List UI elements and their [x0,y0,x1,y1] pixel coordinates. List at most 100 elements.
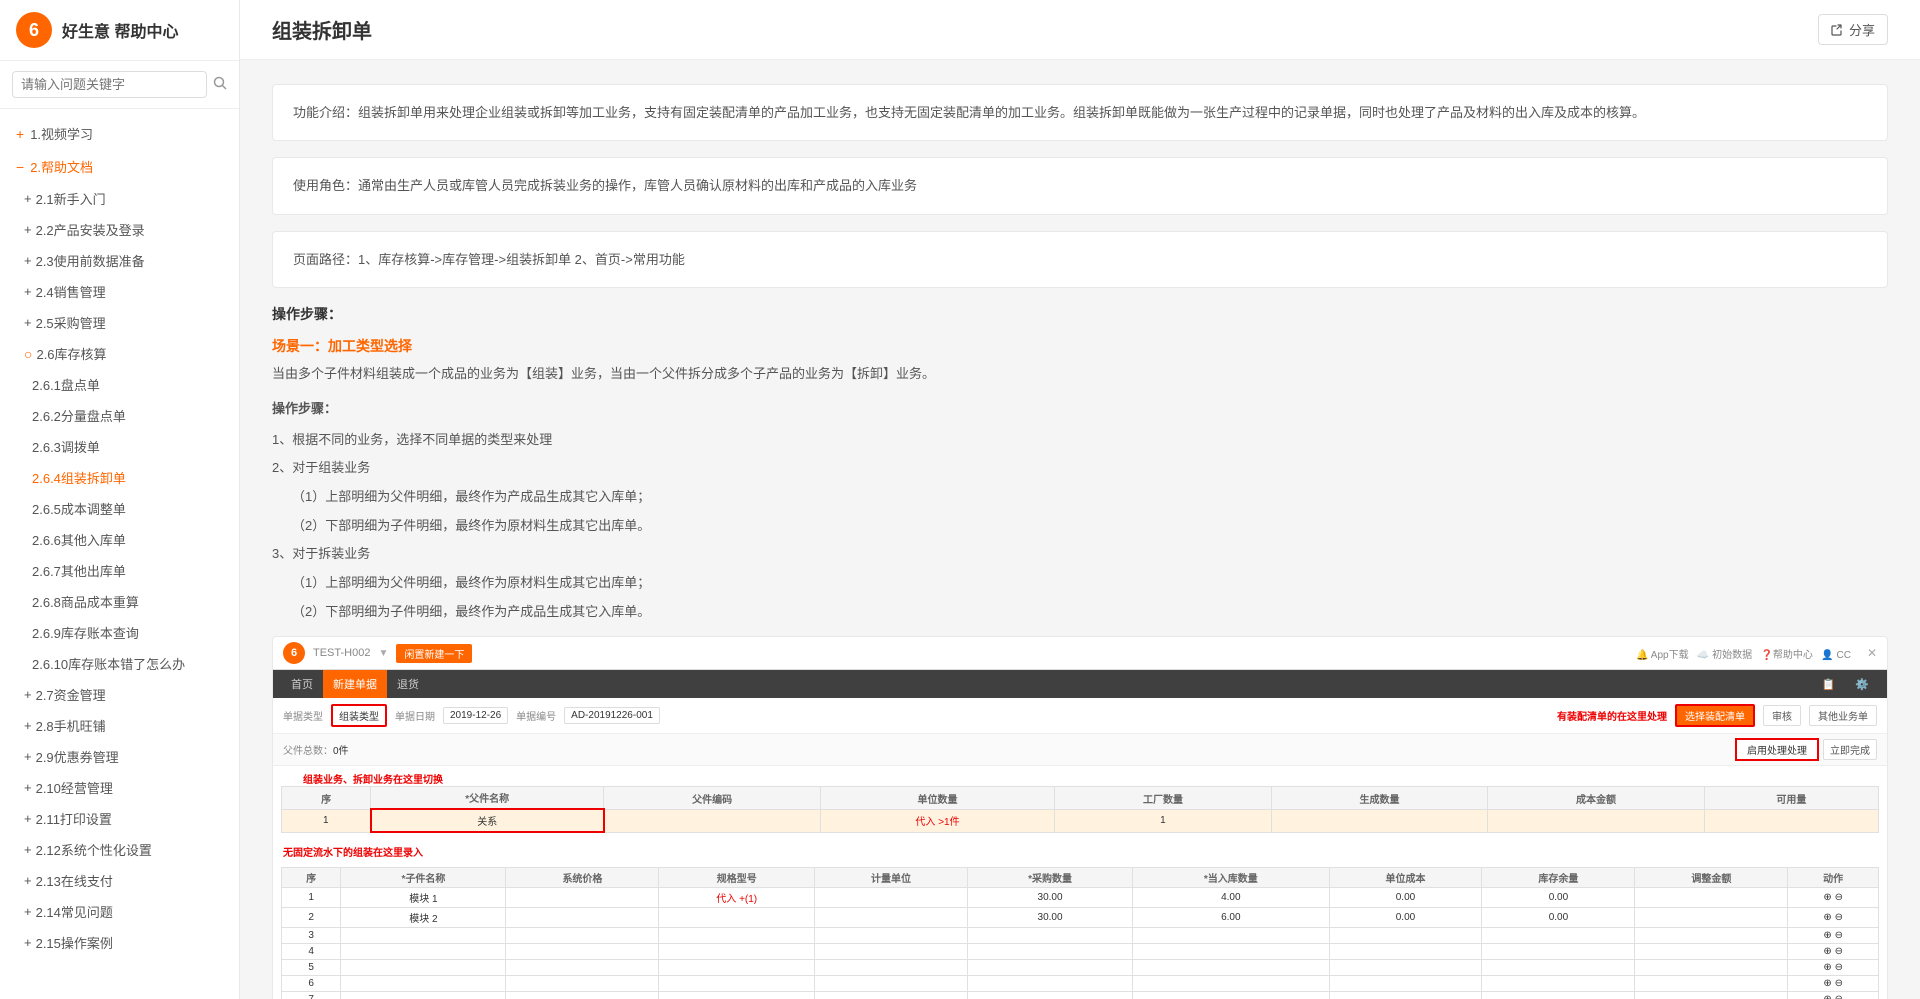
sidebar-item-other-in[interactable]: 2.6.6其他入库单 [0,524,239,555]
desc-section-2: 使用角色：通常由生产人员或库管人员完成拆装业务的操作，库管人员确认原材料的出库和… [272,157,1888,214]
expand-icon-helpdocs: − [16,159,24,175]
sidebar-item-inventory[interactable]: ○ 2.6库存核算 [0,338,239,369]
sidebar-item-coupon[interactable]: + 2.9优惠券管理 [0,741,239,772]
th-parent-name: *父件名称 [371,787,604,810]
table-row: 7⊕ ⊖ [282,992,1879,999]
inner-confirm-btn[interactable]: 立即完成 [1823,739,1877,760]
main: 组装拆卸单 分享 功能介绍：组装拆卸单用来处理企业组装或拆卸等加工业务，支持有固… [240,0,1920,999]
sidebar-item-mobile[interactable]: + 2.8手机旺铺 [0,710,239,741]
sidebar: 6 好生意 帮助中心 + 1.视频学习 − 2.帮助文档 [0,0,240,999]
expand-icon-mobile: + [24,718,32,733]
sidebar-item-transfer[interactable]: 2.6.3调拨单 [0,431,239,462]
search-input[interactable] [12,71,207,98]
th-unit-qty: 单位数量 [820,787,1054,810]
sidebar-item-customize[interactable]: + 2.12系统个性化设置 [0,834,239,865]
inner-nav-icon1[interactable]: 📋 [1812,672,1846,697]
inner-nav-icon2[interactable]: ⚙️ [1845,672,1879,697]
annotation-bom: 有装配清单的在这里处理 [1557,708,1667,723]
inner-top-table-wrap: 序 *父件名称 父件编码 单位数量 工厂数量 生成数量 成本金额 可用量 [273,786,1887,841]
sidebar-item-partial-stocktake[interactable]: 2.6.2分量盘点单 [0,400,239,431]
inner-topbar-icons: 🔔 App下载 ☁️ 初始数据 ❓帮助中心 👤 CC [1636,646,1851,661]
expand-icon-customize: + [24,842,32,857]
sidebar-item-inventory-fix[interactable]: 2.6.10库存账本错了怎么办 [0,648,239,679]
sidebar-item-cases[interactable]: + 2.15操作案例 [0,927,239,958]
sidebar-item-install[interactable]: + 2.2产品安装及登录 [0,214,239,245]
expand-icon-dataprep: + [24,253,32,268]
ops-section: 操作步骤： 场景一：加工类型选择 当由多个子件材料组装成一个成品的业务为【组装】… [272,304,1888,999]
sidebar-nav: + 1.视频学习 − 2.帮助文档 + 2.1新手入门 + 2.2产品安装及登录 [0,109,239,999]
desc-section-3: 页面路径：1、库存核算->库存管理->组装拆卸单 2、首页->常用功能 [272,231,1888,288]
content-area: 功能介绍：组装拆卸单用来处理企业组装或拆卸等加工业务，支持有固定装配清单的产品加… [240,60,1920,999]
sidebar-item-stocktake[interactable]: 2.6.1盘点单 [0,369,239,400]
inner-close-icon[interactable]: ✕ [1867,646,1877,660]
expand-icon-videos: + [16,126,24,142]
sidebar-item-cost-adjust[interactable]: 2.6.5成本调整单 [0,493,239,524]
inner-bot-table: 序 *子件名称 系统价格 规格型号 计量单位 *采购数量 *当入库数量 单位成本… [281,867,1879,999]
desc-text-3: 页面路径：1、库存核算->库存管理->组装拆卸单 2、首页->常用功能 [293,252,685,267]
th-seq: 序 [282,787,371,810]
nav-group-title-videos[interactable]: + 1.视频学习 [0,117,239,150]
sidebar-item-cost-recalc[interactable]: 2.6.8商品成本重算 [0,586,239,617]
sidebar-item-dataprep[interactable]: + 2.3使用前数据准备 [0,245,239,276]
table-row: 2 模块 2 30.00 6.00 0.00 0.00 [282,908,1879,928]
th-gen-qty: 生成数量 [1271,787,1488,810]
inner-nav-newdoc[interactable]: 新建单据 [323,670,387,698]
sidebar-header: 6 好生意 帮助中心 [0,0,239,61]
share-button[interactable]: 分享 [1818,14,1888,45]
scene1-desc: 当由多个子件材料组装成一个成品的业务为【组装】业务，当由一个父件拆分成多个子产品… [272,362,1888,387]
sidebar-item-faq[interactable]: + 2.14常见问题 [0,896,239,927]
scene1-title: 场景一：加工类型选择 [272,336,1888,356]
logo-icon: 6 [16,12,52,48]
search-icon[interactable] [213,76,227,93]
inner-bot-table-wrap: 序 *子件名称 系统价格 规格型号 计量单位 *采购数量 *当入库数量 单位成本… [273,867,1887,999]
nav-group-videos: + 1.视频学习 [0,117,239,150]
sidebar-item-sales[interactable]: + 2.4销售管理 [0,276,239,307]
inner-form-row: 单据类型 组装类型 单据日期 2019-12-26 单据编号 AD-201912… [273,698,1887,734]
sidebar-item-finance[interactable]: + 2.7资金管理 [0,679,239,710]
expand-icon-online-pay: + [24,873,32,888]
th-avail-qty: 可用量 [1704,787,1878,810]
table-row: 5⊕ ⊖ [282,960,1879,976]
expand-icon-coupon: + [24,749,32,764]
inner-enable-btn[interactable]: 启用处理处理 [1735,738,1819,761]
annotation-freeform: 无固定流水下的组装在这里录入 [283,848,423,859]
nav-group-title-helpdocs[interactable]: − 2.帮助文档 [0,150,239,183]
table-row: 1 关系 代入 >1件 1 [282,809,1879,832]
step-1: 1、根据不同的业务，选择不同单据的类型来处理 [272,428,1888,453]
inner-nav-return[interactable]: 退货 [387,670,429,698]
search-bar [0,61,239,109]
desc-text-1: 功能介绍：组装拆卸单用来处理企业组装或拆卸等加工业务，支持有固定装配清单的产品加… [293,105,1645,120]
th-parent-code: 父件编码 [604,787,821,810]
sidebar-item-biz-mgmt[interactable]: + 2.10经营管理 [0,772,239,803]
inner-audit-btn[interactable]: 审核 [1763,705,1801,726]
sidebar-item-newuser[interactable]: + 2.1新手入门 [0,183,239,214]
inner-secondary-row: 父件总数： 0件 启用处理处理 立即完成 [273,734,1887,766]
inner-app-screenshot: 6 TEST-H002 ▼ 闲置新建一下 🔔 App下载 ☁️ 初始数据 ❓帮助… [272,636,1888,999]
inner-top-id: TEST-H002 [313,647,370,659]
step-3-1: （1）上部明细为父件明细，最终作为原材料生成其它出库单； [272,571,1888,596]
expand-icon-finance: + [24,687,32,702]
table-row: 1 模块 1 代入 +(1) 30.00 4.00 0.00 0.00 [282,888,1879,908]
sidebar-item-online-pay[interactable]: + 2.13在线支付 [0,865,239,896]
desc-text-2: 使用角色：通常由生产人员或库管人员完成拆装业务的操作，库管人员确认原材料的出库和… [293,178,917,193]
table-row: 3⊕ ⊖ [282,928,1879,944]
inner-other-btn[interactable]: 其他业务单 [1809,705,1877,726]
inner-select-bom-btn[interactable]: 选择装配清单 [1675,704,1755,727]
sidebar-item-inventory-query[interactable]: 2.6.9库存账本查询 [0,617,239,648]
desc-section-1: 功能介绍：组装拆卸单用来处理企业组装或拆卸等加工业务，支持有固定装配清单的产品加… [272,84,1888,141]
expand-icon-purchase: + [24,315,32,330]
inner-new-btn[interactable]: 闲置新建一下 [396,644,472,663]
nav-sub-helpdocs: + 2.1新手入门 + 2.2产品安装及登录 + 2.3使用前数据准备 + 2.… [0,183,239,958]
nav-group-label-videos: 1.视频学习 [30,124,93,143]
sidebar-item-purchase[interactable]: + 2.5采购管理 [0,307,239,338]
expand-icon-newuser: + [24,191,32,206]
inner-top-table: 序 *父件名称 父件编码 单位数量 工厂数量 生成数量 成本金额 可用量 [281,786,1879,833]
step-3: 3、对于拆装业务 [272,542,1888,567]
sidebar-item-other-out[interactable]: 2.6.7其他出库单 [0,555,239,586]
inner-nav-home[interactable]: 首页 [281,670,323,698]
expand-icon-faq: + [24,904,32,919]
expand-icon-install: + [24,222,32,237]
sidebar-item-assembly[interactable]: 2.6.4组装拆卸单 [0,462,239,493]
sidebar-item-print[interactable]: + 2.11打印设置 [0,803,239,834]
logo-text: 好生意 帮助中心 [62,18,178,42]
